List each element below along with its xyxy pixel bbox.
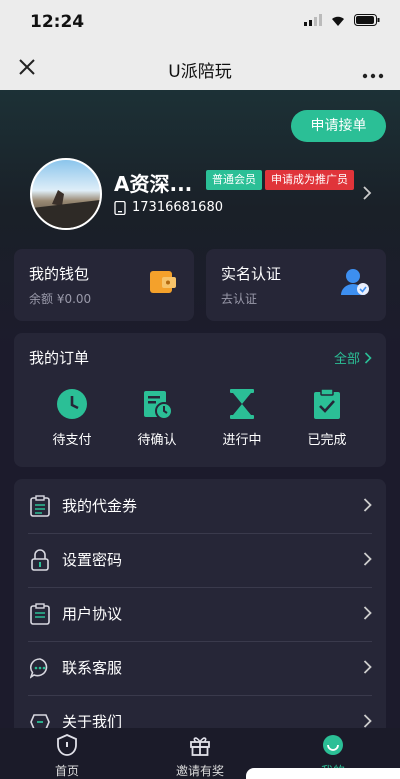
chevron-right-icon [363, 552, 372, 566]
orders-title: 我的订单 [29, 349, 90, 367]
phone-icon [114, 200, 126, 215]
info-icon [30, 714, 50, 728]
tab-label: 邀请有奖 [175, 764, 224, 778]
menu-label: 用户协议 [62, 605, 123, 623]
home-indicator [246, 768, 400, 779]
page-title: U派陪玩 [168, 62, 232, 82]
home-shield-icon [57, 734, 77, 756]
realname-title: 实名认证 [221, 265, 282, 283]
menu-label: 关于我们 [62, 713, 123, 728]
order-label: 待确认 [137, 433, 177, 448]
promoter-badge[interactable]: 申请成为推广员 [265, 170, 354, 190]
menu-item-user-agreement[interactable]: 用户协议 [28, 587, 372, 642]
wifi-icon [332, 16, 344, 26]
wallet-card[interactable]: 我的钱包 余额 ¥0.00 [14, 249, 194, 321]
calendar-clock-icon [144, 391, 173, 420]
chevron-right-icon [363, 498, 372, 512]
tab-invite[interactable]: 邀请有奖 [160, 734, 240, 779]
phone-number: 17316681680 [132, 200, 223, 215]
menu-item-set-password[interactable]: 设置密码 [28, 533, 372, 588]
status-time: 12:24 [30, 12, 85, 32]
order-label: 待支付 [52, 433, 92, 448]
chevron-right-icon [363, 714, 372, 728]
avatar[interactable] [30, 158, 102, 230]
menu-label: 联系客服 [62, 659, 123, 677]
profile-chevron-icon[interactable] [362, 185, 372, 204]
clipboard-check-icon [314, 388, 340, 419]
profile-content: 申请接单 A资深... 普通会员 申请成为推广员 17316681680 我的钱… [0, 90, 400, 728]
signal-icon [304, 14, 322, 26]
settings-menu: 我的代金券 设置密码 用户协议 联系客服 关于我们 [14, 479, 386, 728]
more-icon[interactable] [362, 64, 384, 83]
username: A资深... [114, 172, 193, 196]
battery-icon [354, 14, 380, 26]
chevron-right-icon [363, 606, 372, 620]
user-verify-icon [340, 267, 370, 301]
wallet-balance: 余额 ¥0.00 [29, 292, 92, 306]
avatar-image [32, 190, 100, 228]
clock-icon [57, 389, 87, 419]
lock-icon [31, 549, 49, 571]
menu-label: 设置密码 [62, 551, 123, 569]
orders-all-label: 全部 [333, 352, 360, 367]
menu-item-about-us[interactable]: 关于我们 [28, 695, 372, 728]
order-label: 进行中 [222, 433, 262, 448]
gift-icon [190, 737, 210, 756]
nav-bar: U派陪玩 [0, 44, 400, 90]
menu-label: 我的代金券 [62, 497, 138, 515]
apply-order-button[interactable]: 申请接单 [291, 110, 386, 142]
orders-card: 我的订单 全部 待支付 待确认 进行中 已完成 [14, 333, 386, 467]
chat-icon [29, 658, 48, 679]
menu-item-coupons[interactable]: 我的代金券 [28, 479, 372, 534]
smiley-icon [323, 735, 343, 755]
hourglass-icon [230, 389, 254, 419]
order-pending-payment[interactable]: 待支付 [32, 387, 112, 448]
orders-all-link[interactable]: 全部 [334, 348, 372, 367]
member-badge: 普通会员 [206, 170, 262, 190]
status-icons [304, 14, 380, 26]
document-icon [30, 603, 50, 625]
order-completed[interactable]: 已完成 [287, 387, 367, 448]
wallet-title: 我的钱包 [29, 265, 90, 283]
tab-label: 首页 [54, 764, 79, 778]
order-to-confirm[interactable]: 待确认 [117, 387, 197, 448]
menu-item-customer-service[interactable]: 联系客服 [28, 641, 372, 696]
chevron-right-icon [363, 660, 372, 674]
order-label: 已完成 [307, 433, 347, 448]
status-bar: 12:24 [0, 0, 400, 44]
coupon-icon [30, 495, 50, 517]
realname-action: 去认证 [221, 292, 258, 306]
tab-home[interactable]: 首页 [27, 734, 107, 779]
wallet-icon [148, 267, 178, 299]
order-in-progress[interactable]: 进行中 [202, 387, 282, 448]
realname-card[interactable]: 实名认证 去认证 [206, 249, 386, 321]
chevron-right-icon [364, 351, 372, 364]
phone-row: 17316681680 [114, 200, 223, 215]
